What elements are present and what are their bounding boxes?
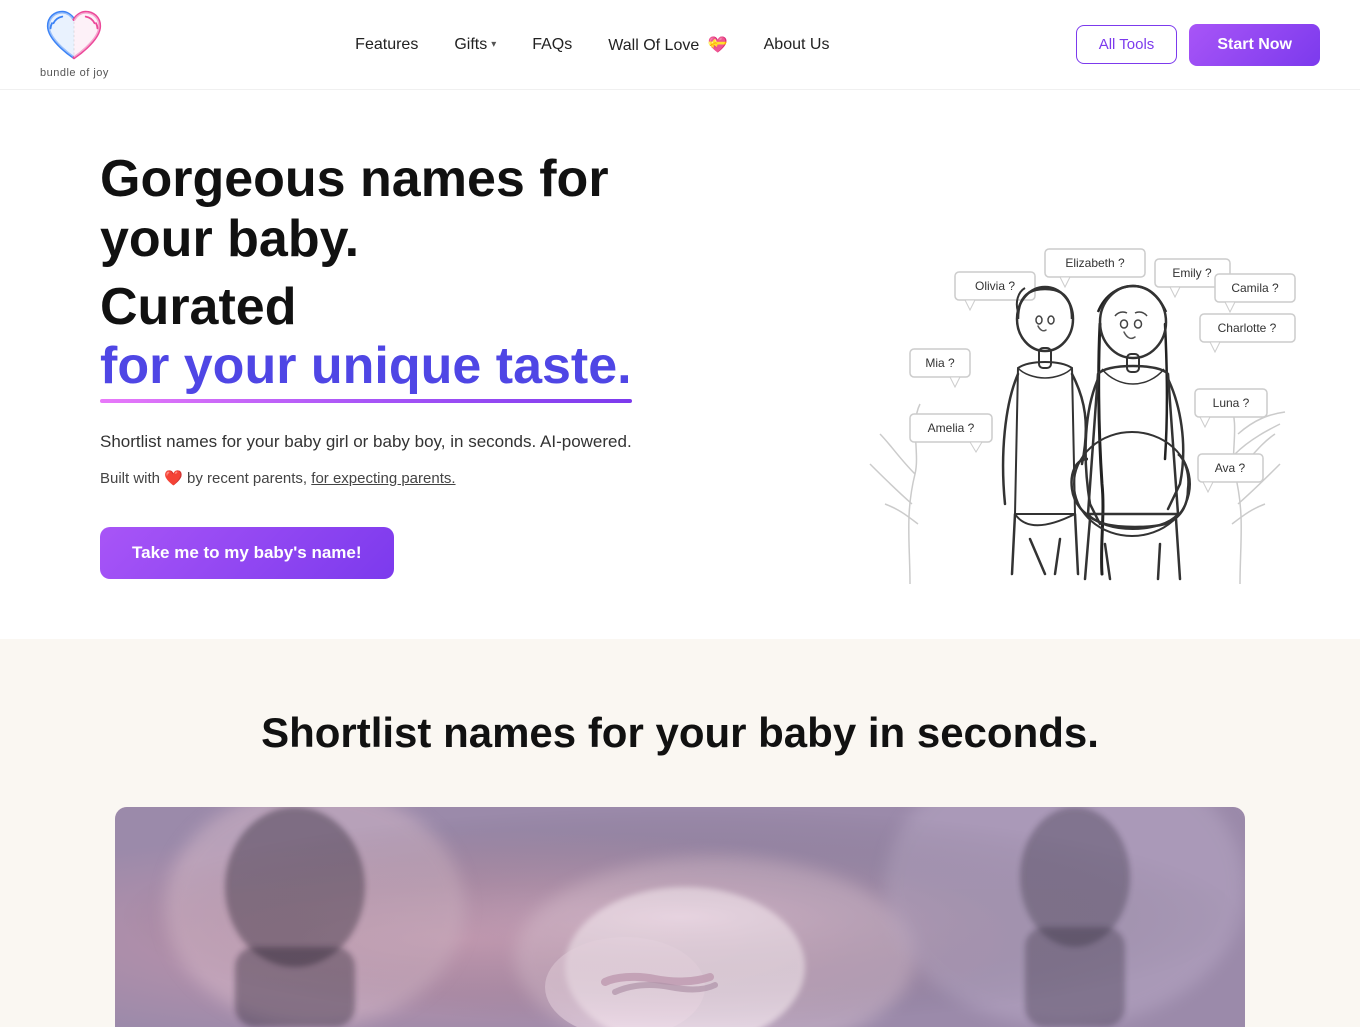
name-bubble-ava: Ava ?: [1198, 454, 1263, 492]
nav-link-gifts[interactable]: Gifts: [454, 36, 487, 54]
name-bubble-charlotte: Charlotte ?: [1200, 314, 1295, 352]
nav-link-features[interactable]: Features: [355, 36, 418, 53]
svg-text:Amelia ?: Amelia ?: [928, 421, 975, 435]
nav-item-about-us[interactable]: About Us: [764, 36, 830, 54]
wall-of-love-emoji: 💝: [708, 37, 728, 54]
hero-cta-button[interactable]: Take me to my baby's name!: [100, 527, 394, 579]
hero-section: Gorgeous names for your baby. Curated fo…: [0, 90, 1360, 639]
hero-built-text: Built with ❤️ by recent parents, for exp…: [100, 469, 680, 487]
hero-heading-2: Curated for your unique taste.: [100, 278, 680, 398]
nav-link-about-us[interactable]: About Us: [764, 36, 830, 53]
name-bubble-olivia: Olivia ?: [955, 272, 1035, 310]
logo-icon: [44, 10, 104, 65]
name-bubble-elizabeth: Elizabeth ?: [1045, 249, 1145, 287]
start-now-button[interactable]: Start Now: [1189, 24, 1320, 66]
nav-link-wall-of-love[interactable]: Wall Of Love 💝: [608, 37, 727, 54]
svg-text:Ava ?: Ava ?: [1215, 461, 1246, 475]
svg-text:Elizabeth ?: Elizabeth ?: [1065, 256, 1125, 270]
logo-label: bundle of joy: [40, 67, 109, 79]
name-bubble-camila: Camila ?: [1215, 274, 1295, 312]
svg-text:Emily ?: Emily ?: [1172, 266, 1212, 280]
logo[interactable]: bundle of joy: [40, 10, 109, 79]
nav-item-gifts[interactable]: Gifts ▾: [454, 36, 496, 54]
name-bubble-mia: Mia ?: [910, 349, 970, 387]
nav-item-features[interactable]: Features: [355, 36, 418, 54]
couple-illustration: Olivia ? Elizabeth ? Emily ? Camila ?: [860, 164, 1290, 584]
svg-text:Camila ?: Camila ?: [1231, 281, 1279, 295]
all-tools-button[interactable]: All Tools: [1076, 25, 1178, 64]
nav-link-faqs[interactable]: FAQs: [532, 36, 572, 53]
nav-item-wall-of-love[interactable]: Wall Of Love 💝: [608, 35, 727, 55]
nav-item-faqs[interactable]: FAQs: [532, 36, 572, 54]
hero-subtext: Shortlist names for your baby girl or ba…: [100, 429, 680, 455]
shortlist-photo: [115, 807, 1245, 1027]
photo-svg: [115, 807, 1245, 1027]
hero-heading-prefix: Curated: [100, 278, 296, 336]
hero-built-link[interactable]: for expecting parents.: [311, 470, 455, 487]
svg-text:Charlotte ?: Charlotte ?: [1218, 321, 1277, 335]
hero-illustration: Olivia ? Elizabeth ? Emily ? Camila ?: [860, 164, 1280, 564]
nav-actions: All Tools Start Now: [1076, 24, 1320, 66]
hero-heading-1: Gorgeous names for your baby.: [100, 150, 680, 270]
name-bubble-amelia: Amelia ?: [910, 414, 992, 452]
hero-built-prefix: Built with ❤️ by recent parents,: [100, 470, 311, 487]
gifts-dropdown-icon: ▾: [491, 39, 496, 50]
hero-text: Gorgeous names for your baby. Curated fo…: [100, 150, 680, 579]
shortlist-section: Shortlist names for your baby in seconds…: [0, 639, 1360, 1027]
hero-highlight-text: for your unique taste.: [100, 337, 632, 397]
navbar: bundle of joy Features Gifts ▾ FAQs Wall…: [0, 0, 1360, 90]
nav-links: Features Gifts ▾ FAQs Wall Of Love 💝 Abo…: [355, 35, 829, 55]
svg-text:Olivia ?: Olivia ?: [975, 279, 1015, 293]
shortlist-heading: Shortlist names for your baby in seconds…: [40, 709, 1320, 757]
svg-text:Mia ?: Mia ?: [925, 356, 955, 370]
svg-text:Luna ?: Luna ?: [1213, 396, 1250, 410]
